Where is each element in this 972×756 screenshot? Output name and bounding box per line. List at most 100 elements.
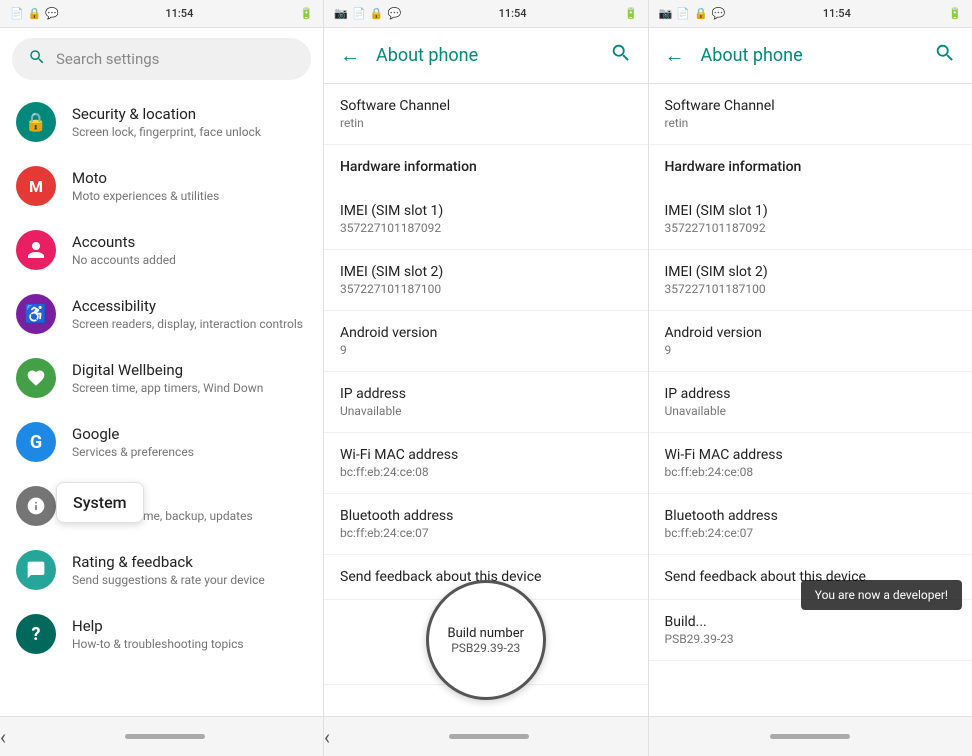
about-item-ip-r[interactable]: IP address Unavailable bbox=[649, 372, 972, 433]
about-item-imei1-r[interactable]: IMEI (SIM slot 1) 357227101187092 bbox=[649, 189, 972, 250]
about-item-bt-r[interactable]: Bluetooth address bc:ff:eb:24:ce:07 bbox=[649, 494, 972, 555]
about-panel-right: ← About phone Software Channel retin Har… bbox=[649, 28, 972, 756]
battery-icon-left: 🔋 bbox=[300, 7, 314, 20]
file-icon-c: 📄 bbox=[352, 7, 366, 20]
about-item-android-c[interactable]: Android version 9 bbox=[324, 311, 648, 372]
home-indicator-c bbox=[449, 734, 529, 739]
rating-title: Rating & feedback bbox=[72, 553, 307, 571]
back-button-center[interactable]: ← bbox=[340, 43, 360, 68]
about-panel-center: ← About phone Software Channel retin Har… bbox=[324, 28, 649, 756]
about-title-center: About phone bbox=[376, 45, 594, 66]
about-item-build-r[interactable]: Build... PSB29.39-23 You are now a devel… bbox=[649, 600, 972, 661]
about-item-ip-c[interactable]: IP address Unavailable bbox=[324, 372, 648, 433]
lock-icon-c: 🔒 bbox=[370, 7, 384, 20]
back-button-right[interactable]: ← bbox=[665, 43, 685, 68]
sidebar-item-digital-wellbeing[interactable]: Digital Wellbeing Screen time, app timer… bbox=[0, 346, 323, 410]
imei2-subtitle-r: 357227101187100 bbox=[665, 282, 957, 296]
sidebar-item-system[interactable]: System Languages, time, backup, updates … bbox=[0, 474, 323, 538]
about-list-center: Software Channel retin Hardware informat… bbox=[324, 84, 648, 716]
accounts-text: Accounts No accounts added bbox=[72, 233, 307, 267]
digital-wellbeing-title: Digital Wellbeing bbox=[72, 361, 307, 379]
about-item-imei2-r[interactable]: IMEI (SIM slot 2) 357227101187100 bbox=[649, 250, 972, 311]
status-bar: 📄 🔒 💬 11:54 🔋 📷 📄 🔒 💬 11:54 🔋 📷 📄 🔒 💬 11… bbox=[0, 0, 972, 28]
about-panels-container: ← About phone Software Channel retin Har… bbox=[324, 28, 972, 756]
hardware-info-title-c: Hardware information bbox=[340, 159, 632, 175]
sidebar-item-moto[interactable]: M Moto Moto experiences & utilities bbox=[0, 154, 323, 218]
moto-icon: M bbox=[16, 166, 56, 206]
back-nav-icon-c[interactable]: ‹ bbox=[324, 725, 330, 749]
android-subtitle-r: 9 bbox=[665, 343, 957, 357]
build-subtitle-r: PSB29.39-23 bbox=[665, 632, 957, 646]
time-left: 11:54 bbox=[165, 7, 193, 20]
time-right: 11:54 bbox=[823, 7, 851, 20]
main-container: Search settings 🔒 Security & location Sc… bbox=[0, 28, 972, 756]
search-placeholder: Search settings bbox=[56, 50, 159, 68]
about-item-software-channel-r[interactable]: Software Channel retin bbox=[649, 84, 972, 145]
sidebar-item-rating[interactable]: Rating & feedback Send suggestions & rat… bbox=[0, 538, 323, 602]
imei2-title-r: IMEI (SIM slot 2) bbox=[665, 264, 957, 280]
search-button-right[interactable] bbox=[934, 42, 956, 69]
about-item-software-channel-c[interactable]: Software Channel retin bbox=[324, 84, 648, 145]
camera-icon-r: 📷 bbox=[659, 7, 673, 20]
about-item-wifi-c[interactable]: Wi-Fi MAC address bc:ff:eb:24:ce:08 bbox=[324, 433, 648, 494]
rating-icon bbox=[16, 550, 56, 590]
android-title-r: Android version bbox=[665, 325, 957, 341]
software-channel-title-r: Software Channel bbox=[665, 98, 957, 114]
about-item-build-c[interactable]: Build number PSB29.39-23 bbox=[324, 600, 648, 685]
sidebar-item-security[interactable]: 🔒 Security & location Screen lock, finge… bbox=[0, 90, 323, 154]
bottom-nav-center: ‹ bbox=[324, 716, 648, 756]
security-icon: 🔒 bbox=[16, 102, 56, 142]
bt-subtitle-r: bc:ff:eb:24:ce:07 bbox=[665, 526, 957, 540]
about-item-bt-c[interactable]: Bluetooth address bc:ff:eb:24:ce:07 bbox=[324, 494, 648, 555]
system-tooltip: System bbox=[56, 482, 144, 523]
imei2-title-c: IMEI (SIM slot 2) bbox=[340, 264, 632, 280]
security-title: Security & location bbox=[72, 105, 307, 123]
accessibility-text: Accessibility Screen readers, display, i… bbox=[72, 297, 307, 331]
ip-subtitle-c: Unavailable bbox=[340, 404, 632, 418]
digital-wellbeing-icon bbox=[16, 358, 56, 398]
status-icons-right: 📷 📄 🔒 💬 bbox=[659, 7, 726, 20]
sidebar-item-google[interactable]: G Google Services & preferences bbox=[0, 410, 323, 474]
camera-icon: 📷 bbox=[334, 7, 348, 20]
build-circle-title: Build number bbox=[448, 626, 525, 641]
ip-subtitle-r: Unavailable bbox=[665, 404, 957, 418]
moto-title: Moto bbox=[72, 169, 307, 187]
moto-subtitle: Moto experiences & utilities bbox=[72, 189, 307, 203]
about-item-imei1-c[interactable]: IMEI (SIM slot 1) 357227101187092 bbox=[324, 189, 648, 250]
android-title-c: Android version bbox=[340, 325, 632, 341]
wifi-subtitle-r: bc:ff:eb:24:ce:08 bbox=[665, 465, 957, 479]
moto-text: Moto Moto experiences & utilities bbox=[72, 169, 307, 203]
search-button-center[interactable] bbox=[610, 42, 632, 69]
sidebar-item-help[interactable]: ? Help How-to & troubleshooting topics bbox=[0, 602, 323, 666]
about-item-wifi-r[interactable]: Wi-Fi MAC address bc:ff:eb:24:ce:08 bbox=[649, 433, 972, 494]
software-channel-title-c: Software Channel bbox=[340, 98, 632, 114]
status-icons-left: 📄 🔒 💬 bbox=[10, 7, 59, 20]
android-subtitle-c: 9 bbox=[340, 343, 632, 357]
status-icons-center: 📷 📄 🔒 💬 bbox=[334, 7, 401, 20]
about-item-android-r[interactable]: Android version 9 bbox=[649, 311, 972, 372]
about-item-imei2-c[interactable]: IMEI (SIM slot 2) 357227101187100 bbox=[324, 250, 648, 311]
google-subtitle: Services & preferences bbox=[72, 445, 307, 459]
bt-title-r: Bluetooth address bbox=[665, 508, 957, 524]
security-text: Security & location Screen lock, fingerp… bbox=[72, 105, 307, 139]
wifi-title-c: Wi-Fi MAC address bbox=[340, 447, 632, 463]
rating-text: Rating & feedback Send suggestions & rat… bbox=[72, 553, 307, 587]
search-bar[interactable]: Search settings bbox=[12, 38, 311, 80]
google-title: Google bbox=[72, 425, 307, 443]
file-icon-r: 📄 bbox=[676, 7, 690, 20]
status-bar-left: 📄 🔒 💬 11:54 🔋 bbox=[0, 0, 324, 27]
build-circle: Build number PSB29.39-23 bbox=[426, 580, 546, 700]
sidebar-item-accounts[interactable]: Accounts No accounts added bbox=[0, 218, 323, 282]
back-nav-icon[interactable]: ‹ bbox=[0, 725, 6, 749]
imei1-title-r: IMEI (SIM slot 1) bbox=[665, 203, 957, 219]
about-header-center: ← About phone bbox=[324, 28, 648, 84]
software-channel-subtitle-c: retin bbox=[340, 116, 632, 130]
sidebar-item-accessibility[interactable]: ♿ Accessibility Screen readers, display,… bbox=[0, 282, 323, 346]
rating-subtitle: Send suggestions & rate your device bbox=[72, 573, 307, 587]
security-subtitle: Screen lock, fingerprint, face unlock bbox=[72, 125, 307, 139]
wifi-subtitle-c: bc:ff:eb:24:ce:08 bbox=[340, 465, 632, 479]
about-header-right: ← About phone bbox=[649, 28, 972, 84]
file-icon: 📄 bbox=[10, 7, 24, 20]
ip-title-r: IP address bbox=[665, 386, 957, 402]
accessibility-subtitle: Screen readers, display, interaction con… bbox=[72, 317, 307, 331]
